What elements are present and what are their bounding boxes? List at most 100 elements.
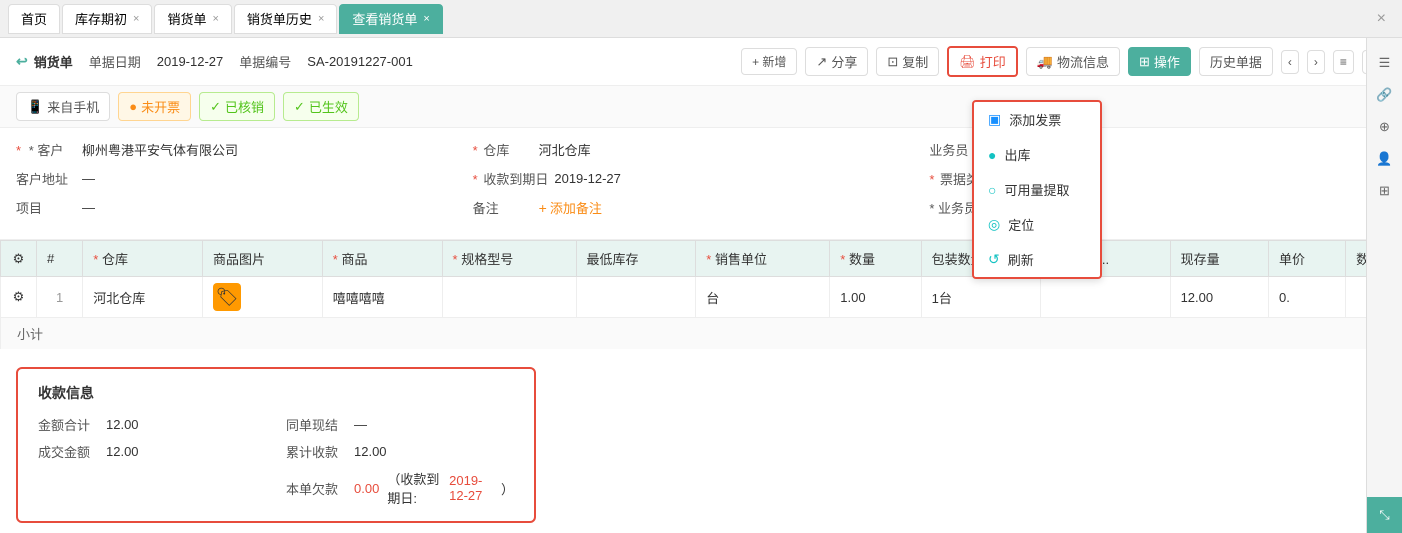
- next-button[interactable]: ›: [1307, 50, 1325, 74]
- warehouse-label: * 仓库: [473, 140, 533, 159]
- payment-grid: 金额合计 12.00 同单现结 — 成交金额 12.00 累计收款 12.00 …: [38, 415, 514, 507]
- dropdown-item-locate[interactable]: ◎ 定位: [974, 207, 1100, 242]
- product-img-icon: 🏷: [216, 287, 239, 308]
- settings-col-header[interactable]: ⚙: [1, 241, 37, 277]
- outbound-icon: ●: [988, 147, 996, 163]
- print-button[interactable]: 🖨 打印: [947, 46, 1018, 77]
- col-unit-price-header: 单价: [1269, 241, 1346, 277]
- transaction-label: 成交金额: [38, 442, 98, 461]
- add-note-button[interactable]: + 添加备注: [539, 198, 602, 217]
- prev-button[interactable]: ‹: [1281, 50, 1299, 74]
- doc-type-label: 销货单: [34, 52, 73, 71]
- product-table: ⚙ # * 仓库 商品图片 * 商品 * 规格型号 最低库存 * 销售单位 * …: [0, 240, 1402, 349]
- tab-sales-history-close[interactable]: ×: [318, 13, 324, 25]
- window-close-button[interactable]: ×: [1369, 10, 1394, 28]
- check-icon: ✓: [210, 99, 221, 115]
- col-spec-header: * 规格型号: [442, 241, 576, 277]
- balance-label: 本单欠款: [286, 479, 346, 498]
- share-button[interactable]: ↗ 分享: [805, 47, 868, 76]
- dropdown-item-outbound[interactable]: ● 出库: [974, 137, 1100, 172]
- cumulative-label: 累计收款: [286, 442, 346, 461]
- tab-view-sales[interactable]: 查看销货单 ×: [339, 4, 442, 34]
- dropdown-item-refresh[interactable]: ↺ 刷新: [974, 242, 1100, 277]
- col-current-stock-header: 现存量: [1170, 241, 1268, 277]
- col-product-header: * 商品: [322, 241, 442, 277]
- checked-button[interactable]: ✓ 已核销: [199, 92, 275, 121]
- row-available: [1041, 277, 1170, 318]
- refresh-label: 刷新: [1008, 250, 1034, 269]
- invoice-icon: ▣: [988, 111, 1001, 128]
- history-button[interactable]: 历史单据: [1199, 47, 1273, 76]
- operation-button[interactable]: ⊞ 操作: [1128, 47, 1191, 76]
- plus-icon: +: [539, 200, 547, 216]
- payment-title: 收款信息: [38, 383, 514, 403]
- tab-home[interactable]: 首页: [8, 4, 60, 34]
- logistics-button[interactable]: 🚚 物流信息: [1026, 47, 1120, 76]
- sidebar-icon-records[interactable]: ☰: [1370, 48, 1400, 78]
- payment-date-label: * 收款到期日: [473, 169, 549, 188]
- col-qty-header: * 数量: [830, 241, 921, 277]
- number-label: 单据编号: [239, 52, 291, 71]
- customer-value: 柳州粤港平安气体有限公司: [82, 140, 238, 159]
- col-warehouse-header: * 仓库: [83, 241, 203, 277]
- not-open-button[interactable]: ● 未开票: [118, 92, 191, 121]
- doc-type-icon: ↩: [16, 53, 28, 70]
- subtotal-label: 小计: [1, 318, 1402, 350]
- form-row-2: 客户地址 — * 收款到期日 2019-12-27 * 票据类型 不开票: [16, 169, 1386, 188]
- balance-note: （收款到期日:: [387, 469, 441, 507]
- form-row-3: 项目 — 备注 + 添加备注 * 业务员孟 —: [16, 198, 1386, 217]
- grid-icon: ⊞: [1139, 54, 1150, 70]
- dropdown-item-available[interactable]: ○ 可用量提取: [974, 172, 1100, 207]
- total-label: 金额合计: [38, 415, 98, 434]
- sidebar-icon-grid[interactable]: ⊞: [1370, 176, 1400, 206]
- customer-star: *: [16, 143, 21, 158]
- tab-sales-order-close[interactable]: ×: [212, 13, 218, 25]
- row-unit: 台: [696, 277, 830, 318]
- table-scroll[interactable]: ⚙ # * 仓库 商品图片 * 商品 * 规格型号 最低库存 * 销售单位 * …: [0, 240, 1402, 349]
- tab-inventory[interactable]: 库存期初 ×: [62, 4, 152, 34]
- row-settings[interactable]: ⚙: [1, 277, 37, 318]
- tab-inventory-label: 库存期初: [75, 9, 127, 28]
- sidebar-icon-add[interactable]: ⊕: [1370, 112, 1400, 142]
- phone-icon: 📱: [27, 99, 43, 115]
- tab-inventory-close[interactable]: ×: [133, 13, 139, 25]
- from-phone-button[interactable]: 📱 来自手机: [16, 92, 110, 121]
- dropdown-item-add-invoice[interactable]: ▣ 添加发票: [974, 102, 1100, 137]
- transaction-row: 成交金额 12.00: [38, 442, 266, 461]
- ticket-icon: ●: [129, 99, 137, 114]
- tab-sales-history-label: 销货单历史: [247, 9, 312, 28]
- new-button[interactable]: + 新增: [741, 48, 797, 75]
- tab-bar: 首页 库存期初 × 销货单 × 销货单历史 × 查看销货单 × ×: [0, 0, 1402, 38]
- truck-icon: 🚚: [1037, 54, 1053, 70]
- sidebar-icon-user[interactable]: 👤: [1370, 144, 1400, 174]
- warehouse-star: *: [473, 143, 478, 158]
- effect-icon: ✓: [294, 99, 305, 115]
- product-image: 🏷: [213, 283, 241, 311]
- customer-field: * * 客户 柳州粤港平安气体有限公司: [16, 140, 473, 159]
- effected-button[interactable]: ✓ 已生效: [283, 92, 359, 121]
- note-field: 备注 + 添加备注: [473, 198, 930, 217]
- sidebar-icon-expand[interactable]: ⤡: [1367, 497, 1402, 533]
- row-qty: 1.00: [830, 277, 921, 318]
- payment-info-box: 收款信息 金额合计 12.00 同单现结 — 成交金额 12.00 累计收款 1…: [16, 367, 536, 523]
- row-image: 🏷: [203, 277, 323, 318]
- table-section: ⚙ # * 仓库 商品图片 * 商品 * 规格型号 最低库存 * 销售单位 * …: [0, 240, 1402, 349]
- tab-sales-history[interactable]: 销货单历史 ×: [234, 4, 337, 34]
- tab-sales-order[interactable]: 销货单 ×: [154, 4, 231, 34]
- copy-button[interactable]: ⊡ 复制: [876, 47, 939, 76]
- balance-date: 2019-12-27: [449, 473, 493, 503]
- total-row: 金额合计 12.00: [38, 415, 266, 434]
- subtotal-row: 小计: [1, 318, 1402, 350]
- tab-home-label: 首页: [21, 9, 47, 28]
- available-icon: ○: [988, 182, 996, 198]
- list-view-button[interactable]: ≡: [1333, 50, 1354, 74]
- warehouse-field: * 仓库 河北仓库: [473, 140, 930, 159]
- row-unit-price: 0.: [1269, 277, 1346, 318]
- doc-meta: 单据日期 2019-12-27 单据编号 SA-20191227-001: [89, 52, 413, 71]
- records-icon: ☰: [1379, 55, 1391, 71]
- sidebar-icon-link[interactable]: 🔗: [1370, 80, 1400, 110]
- link-icon: 🔗: [1376, 87, 1392, 103]
- tab-view-sales-close[interactable]: ×: [423, 13, 429, 25]
- same-order-value: —: [354, 417, 367, 432]
- tab-sales-order-label: 销货单: [167, 9, 206, 28]
